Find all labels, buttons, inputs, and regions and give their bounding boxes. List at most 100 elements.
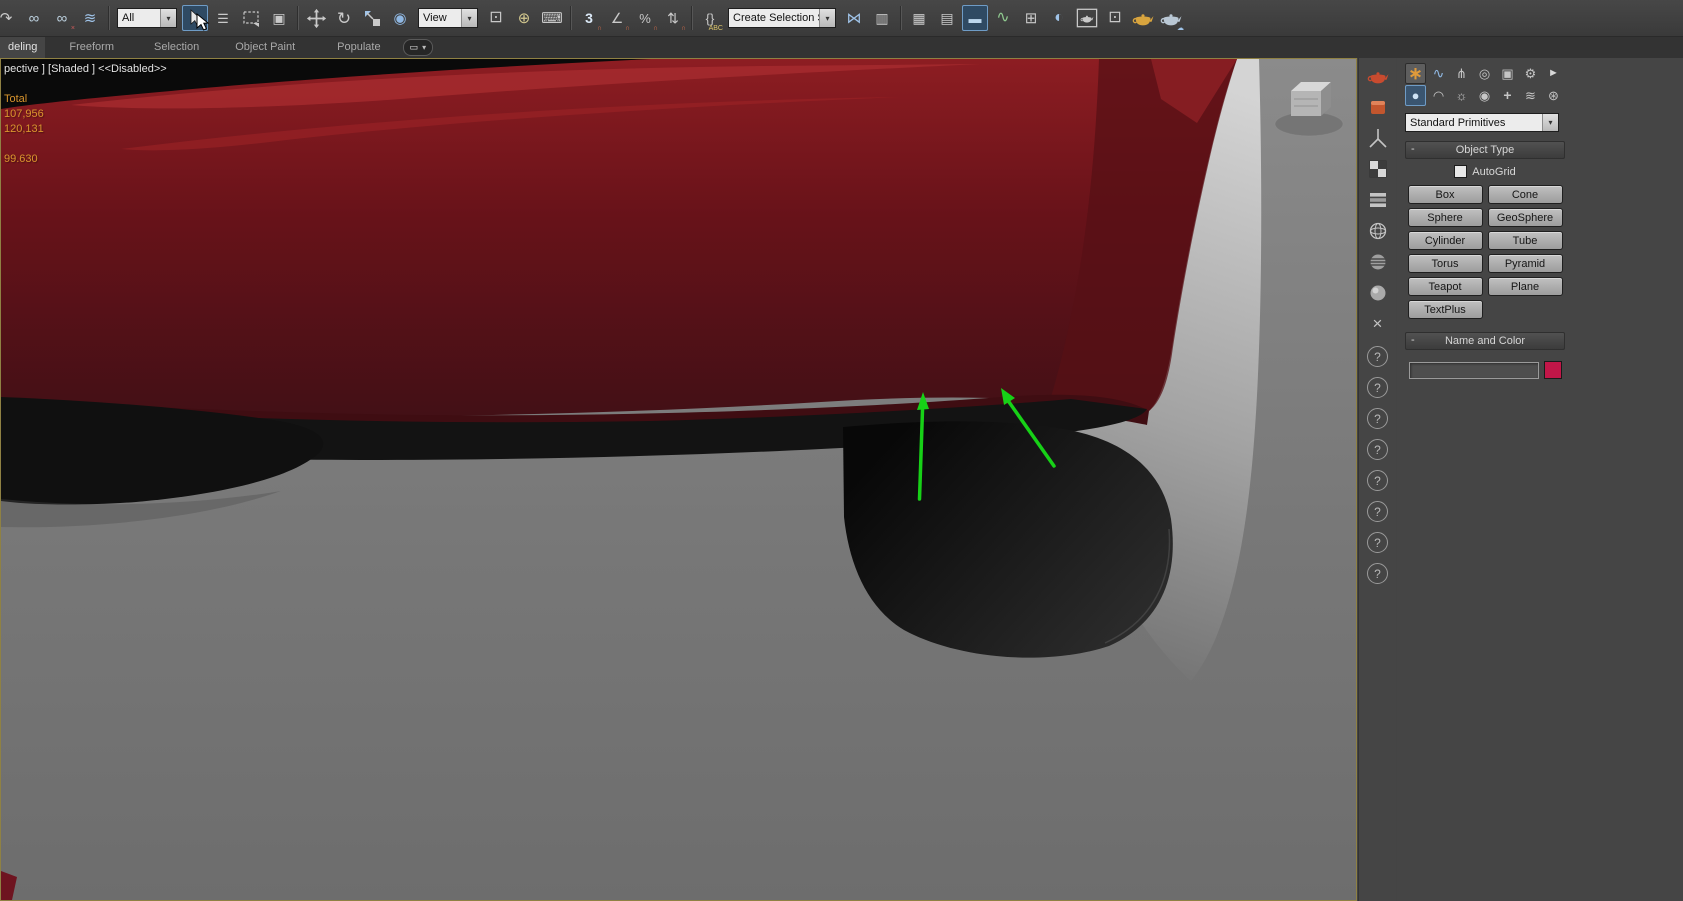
tab-display[interactable]: ▣: [1497, 63, 1518, 84]
unlink-selection-icon[interactable]: ∞ ×: [49, 5, 75, 33]
autogrid-checkbox[interactable]: [1454, 165, 1468, 178]
ribbon-tab-object-paint[interactable]: Object Paint: [227, 37, 303, 58]
category-lights[interactable]: ☼: [1451, 85, 1472, 106]
color-swatch[interactable]: [1543, 361, 1562, 379]
schematic-view-button[interactable]: ⊞: [1018, 5, 1044, 31]
align-button[interactable]: ▥: [869, 5, 895, 31]
bind-to-space-warp-icon[interactable]: ≋: [77, 5, 103, 31]
toolbar-separator: [297, 6, 298, 30]
object-type-button-sphere[interactable]: Sphere: [1407, 208, 1483, 227]
chevron-down-icon[interactable]: ▾: [819, 9, 835, 27]
object-type-button-box[interactable]: Box: [1407, 185, 1483, 204]
select-object-button[interactable]: [182, 5, 208, 31]
chevron-down-icon[interactable]: ▾: [1542, 114, 1558, 131]
spinner-snap-toggle-sub-glyph: ∩: [680, 25, 686, 32]
axis-tripod-icon[interactable]: [1365, 125, 1390, 150]
select-and-place-button[interactable]: ◉: [387, 5, 413, 31]
use-pivot-point-button[interactable]: ⊡: [483, 5, 509, 31]
object-type-button-cylinder[interactable]: Cylinder: [1407, 231, 1483, 250]
selection-filter-dropdown-value: All: [122, 12, 135, 24]
perspective-viewport[interactable]: pective ] [Shaded ] <<Disabled>> Total 10…: [0, 58, 1357, 901]
chevron-down-icon[interactable]: ▾: [160, 9, 176, 27]
object-type-button-geosphere[interactable]: GeoSphere: [1487, 208, 1563, 227]
object-type-rollout-header[interactable]: - Object Type: [1405, 141, 1565, 159]
help-circle-icon[interactable]: ?: [1367, 532, 1388, 553]
window-crossing-toggle[interactable]: ▣: [266, 5, 292, 31]
select-and-manipulate-button[interactable]: ⊕: [511, 5, 537, 31]
primitives-dropdown[interactable]: Standard Primitives ▾: [1405, 113, 1559, 132]
help-circle-icon[interactable]: ?: [1367, 377, 1388, 398]
keyboard-override-toggle[interactable]: ⌨: [539, 5, 565, 31]
ribbon-config-button[interactable]: ▭ ▾: [402, 39, 434, 56]
object-type-button-teapot[interactable]: Teapot: [1407, 277, 1483, 296]
help-circle-icon[interactable]: ?: [1367, 346, 1388, 367]
category-space-warps[interactable]: ≋: [1520, 85, 1541, 106]
chevron-down-icon[interactable]: ▾: [461, 9, 477, 27]
help-circle-icon[interactable]: ?: [1367, 470, 1388, 491]
checker-map-icon[interactable]: [1365, 156, 1390, 181]
reference-coordinate-dropdown[interactable]: View ▾: [418, 8, 478, 28]
tab-utilities[interactable]: ⚙: [1520, 63, 1541, 84]
redo-icon[interactable]: ↷: [0, 5, 19, 31]
ribbon-tab-freeform[interactable]: Freeform: [61, 37, 122, 58]
help-circle-icon[interactable]: ?: [1367, 501, 1388, 522]
category-cameras[interactable]: ◉: [1474, 85, 1495, 106]
scene-explorer-toggle[interactable]: ▦: [906, 5, 932, 31]
object-name-input[interactable]: [1408, 361, 1539, 379]
category-cameras-glyph: ◉: [1478, 87, 1491, 103]
tab-motion[interactable]: ◎: [1474, 63, 1495, 84]
angle-snap-toggle[interactable]: ∠ ∩: [604, 5, 630, 32]
render-production-button[interactable]: [1130, 5, 1156, 31]
rendered-frame-window-button[interactable]: ⊡: [1102, 5, 1128, 31]
category-helpers[interactable]: +: [1497, 85, 1518, 106]
ribbon-tab-selection[interactable]: Selection: [146, 37, 207, 58]
name-color-rollout-header[interactable]: - Name and Color: [1405, 332, 1565, 350]
close-x-icon[interactable]: ×: [1365, 311, 1390, 336]
select-and-rotate-button[interactable]: ↻: [331, 5, 357, 31]
named-selection-sets-dropdown[interactable]: Create Selection Se▾: [728, 8, 836, 28]
material-editor-button[interactable]: ◐: [1046, 5, 1072, 31]
shaded-sphere-icon[interactable]: [1365, 280, 1390, 305]
object-type-button-plane[interactable]: Plane: [1487, 277, 1563, 296]
ribbon-tab-deling[interactable]: deling: [0, 37, 46, 58]
select-and-scale-button[interactable]: [359, 5, 385, 31]
spinner-snap-toggle[interactable]: ⇅ ∩: [660, 5, 686, 32]
help-circle-icon[interactable]: ?: [1367, 439, 1388, 460]
layer-explorer-toggle[interactable]: ▤: [934, 5, 960, 31]
striped-sphere-icon[interactable]: [1365, 249, 1390, 274]
snap-toggle-3d[interactable]: 3 ∩: [576, 5, 602, 32]
rectangular-selection-region-button[interactable]: [238, 5, 264, 31]
render-setup-button[interactable]: [1074, 5, 1100, 31]
object-type-button-tube[interactable]: Tube: [1487, 231, 1563, 250]
percent-snap-toggle[interactable]: % ∩: [632, 5, 658, 33]
select-and-move-button[interactable]: [303, 5, 329, 31]
help-circle-icon[interactable]: ?: [1367, 563, 1388, 584]
viewport-label[interactable]: pective ] [Shaded ] <<Disabled>>: [4, 63, 167, 75]
material-box-icon[interactable]: [1365, 94, 1390, 119]
layer-stack-icon[interactable]: [1365, 187, 1390, 212]
tab-create[interactable]: ∗: [1405, 62, 1426, 84]
tab-hierarchy[interactable]: ⋔: [1451, 63, 1472, 84]
render-teapot-icon[interactable]: [1365, 63, 1390, 88]
curve-editor-button[interactable]: ∿: [990, 5, 1016, 31]
object-type-button-cone[interactable]: Cone: [1487, 185, 1563, 204]
select-and-link-icon[interactable]: ∞: [21, 5, 47, 31]
edit-named-selection-sets-button[interactable]: {} ABC: [697, 5, 723, 33]
selection-filter-dropdown[interactable]: All ▾: [117, 8, 177, 28]
object-type-button-pyramid[interactable]: Pyramid: [1487, 254, 1563, 273]
rollout-title: Object Type: [1455, 144, 1515, 156]
object-type-button-textplus[interactable]: TextPlus: [1407, 300, 1483, 319]
ribbon-toggle[interactable]: ▬: [962, 5, 988, 31]
panel-arrow-icon[interactable]: ►: [1543, 63, 1564, 84]
category-geometry[interactable]: ●: [1405, 84, 1426, 106]
object-type-button-torus[interactable]: Torus: [1407, 254, 1483, 273]
mirror-button[interactable]: ⋈: [841, 5, 867, 31]
uv-sphere-icon[interactable]: [1365, 218, 1390, 243]
render-in-cloud-button[interactable]: ☁: [1158, 5, 1184, 32]
category-shapes[interactable]: ◠: [1428, 85, 1449, 106]
ribbon-tab-populate[interactable]: Populate: [329, 37, 388, 58]
select-by-name-button[interactable]: ☰: [210, 5, 236, 31]
tab-modify[interactable]: ∿: [1428, 63, 1449, 84]
help-circle-icon[interactable]: ?: [1367, 408, 1388, 429]
category-systems[interactable]: ⊛: [1543, 85, 1564, 106]
